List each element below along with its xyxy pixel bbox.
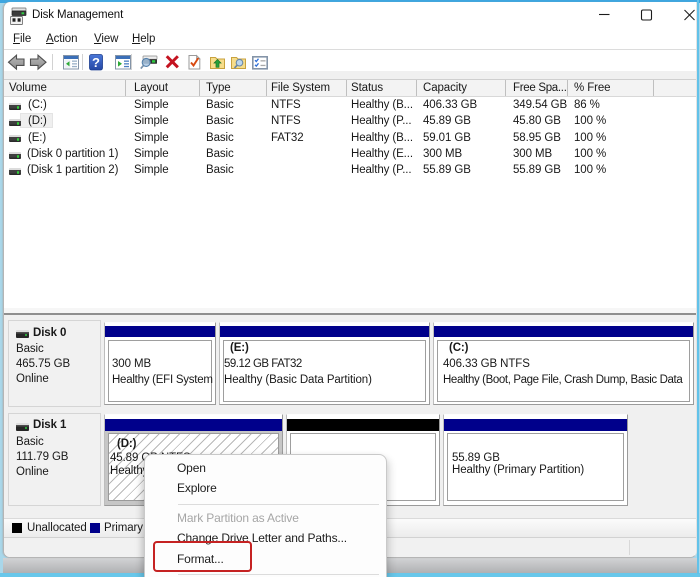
svg-text:?: ? bbox=[92, 55, 100, 70]
